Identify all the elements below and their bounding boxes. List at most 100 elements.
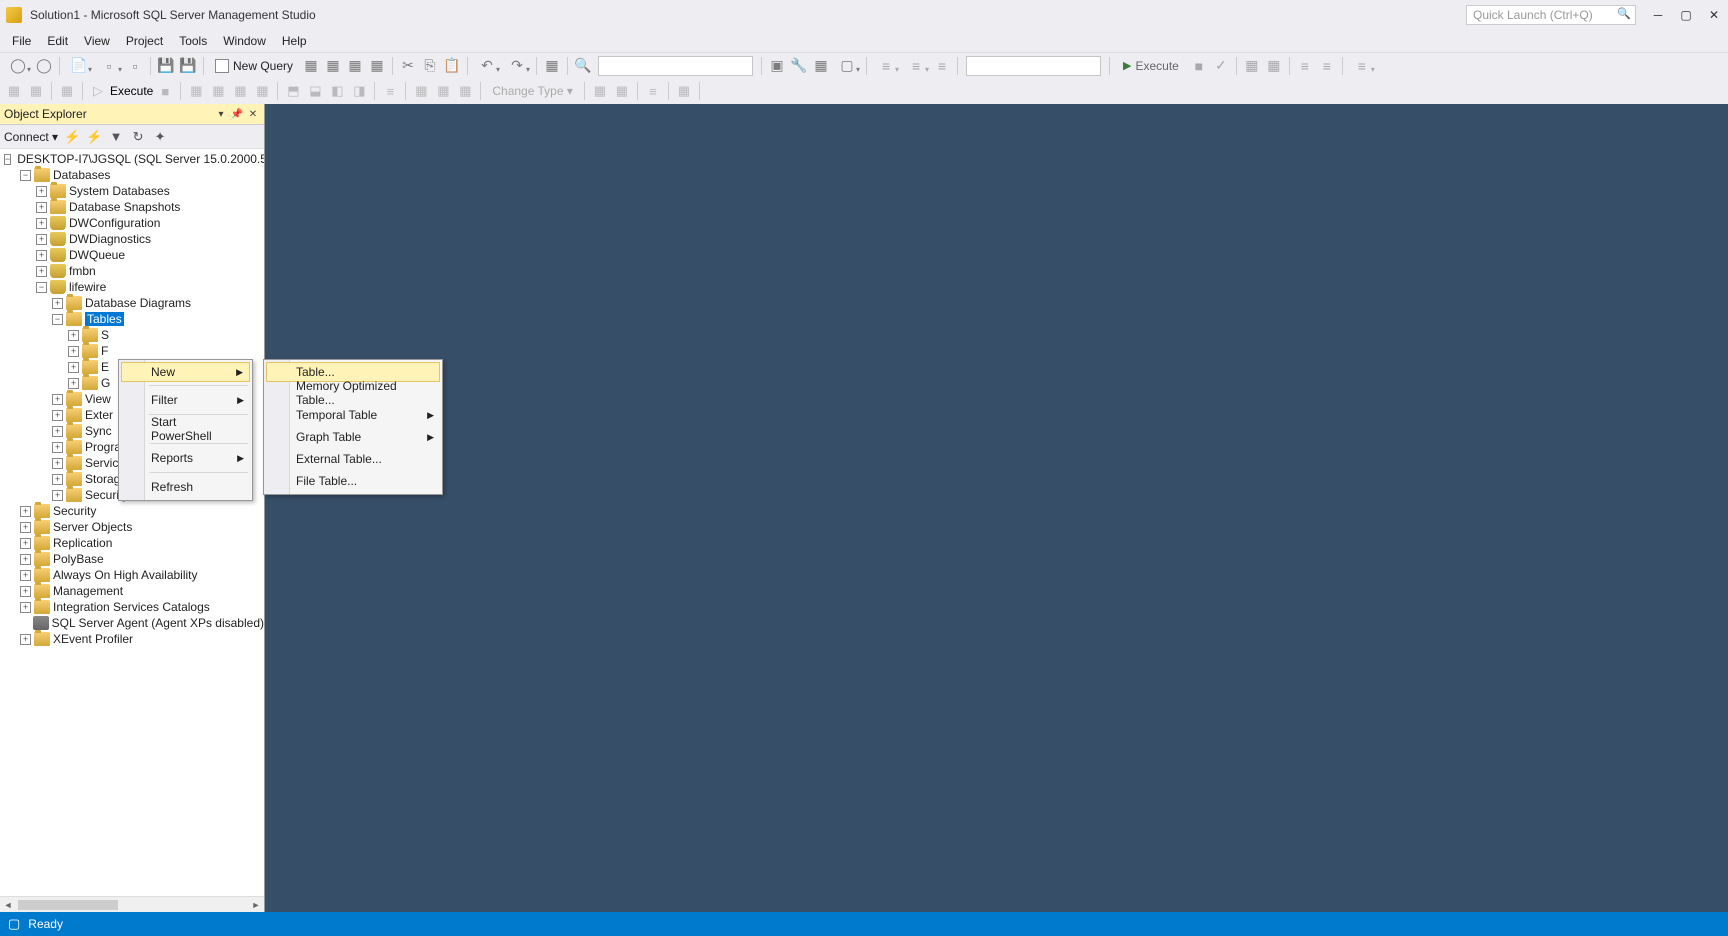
opt-1-button[interactable]: ▦	[1242, 56, 1262, 76]
tree-polybase[interactable]: +PolyBase	[0, 551, 264, 567]
tool-3-button[interactable]: ▦	[811, 56, 831, 76]
expand-icon[interactable]: +	[52, 426, 63, 437]
tree-integration[interactable]: +Integration Services Catalogs	[0, 599, 264, 615]
forward-button[interactable]: ◯	[34, 56, 54, 76]
oe-pin-icon[interactable]: 📌	[230, 107, 244, 121]
change-type-dropdown[interactable]: Change Type ▾	[486, 84, 579, 98]
copy-button[interactable]: ⎘	[420, 56, 440, 76]
ctx-reports[interactable]: Reports▶	[121, 447, 250, 469]
undo-button[interactable]: ↶	[473, 56, 501, 76]
new-project-button[interactable]: 📄	[65, 56, 93, 76]
oe-close-icon[interactable]: ✕	[246, 107, 260, 121]
expand-icon[interactable]: +	[52, 490, 63, 501]
tool-4-button[interactable]: ▢	[833, 56, 861, 76]
query-type-2-button[interactable]: ▦	[323, 56, 343, 76]
tool-2-button[interactable]: 🔧	[789, 56, 809, 76]
expand-icon[interactable]: +	[36, 266, 47, 277]
tree-dwconfig[interactable]: +DWConfiguration	[0, 215, 264, 231]
expand-icon[interactable]: +	[36, 234, 47, 245]
opt-5-button[interactable]: ≡	[1348, 56, 1376, 76]
expand-icon[interactable]: +	[52, 394, 63, 405]
oe-add-icon[interactable]: ✦	[152, 129, 168, 145]
oe-stop-icon[interactable]: ⚡	[86, 129, 102, 145]
t2-1[interactable]: ▦	[4, 81, 24, 101]
save-button[interactable]: 💾	[156, 56, 176, 76]
oe-refresh-icon[interactable]: ↻	[130, 129, 146, 145]
back-button[interactable]: ◯	[4, 56, 32, 76]
tree-security[interactable]: +Security	[0, 503, 264, 519]
ctx-refresh[interactable]: Refresh	[121, 476, 250, 498]
check-button[interactable]: ✓	[1211, 56, 1231, 76]
expand-icon[interactable]: +	[52, 458, 63, 469]
expand-icon[interactable]: +	[36, 186, 47, 197]
expand-icon[interactable]: −	[52, 314, 63, 325]
tree-management[interactable]: +Management	[0, 583, 264, 599]
stop-button[interactable]: ■	[1189, 56, 1209, 76]
query-type-3-button[interactable]: ▦	[345, 56, 365, 76]
expand-icon[interactable]: +	[20, 586, 31, 597]
tree-agent[interactable]: SQL Server Agent (Agent XPs disabled)	[0, 615, 264, 631]
find-button[interactable]: 🔍	[573, 56, 593, 76]
minimize-button[interactable]: ─	[1644, 3, 1672, 27]
database-combo[interactable]	[598, 56, 753, 76]
target-combo[interactable]	[966, 56, 1101, 76]
expand-icon[interactable]: +	[68, 362, 79, 373]
expand-icon[interactable]: +	[20, 506, 31, 517]
oe-filter-icon[interactable]: ▼	[108, 129, 124, 145]
maximize-button[interactable]: ▢	[1672, 3, 1700, 27]
execute-button[interactable]: ▶ Execute	[1115, 55, 1187, 77]
tree-sysdb[interactable]: +System Databases	[0, 183, 264, 199]
menu-file[interactable]: File	[4, 32, 39, 50]
ctx-powershell[interactable]: Start PowerShell	[121, 418, 250, 440]
ctx-filter[interactable]: Filter▶	[121, 389, 250, 411]
opt-3-button[interactable]: ≡	[1295, 56, 1315, 76]
outdent-button[interactable]: ≡	[902, 56, 930, 76]
tree-replication[interactable]: +Replication	[0, 535, 264, 551]
add-button[interactable]: ▫	[125, 56, 145, 76]
ctx-new[interactable]: New▶	[121, 362, 250, 382]
execute-button-2[interactable]: Execute	[110, 84, 153, 98]
grid-button[interactable]: ▦	[542, 56, 562, 76]
new-query-button[interactable]: New Query	[209, 55, 299, 77]
tree-diagrams[interactable]: +Database Diagrams	[0, 295, 264, 311]
menu-edit[interactable]: Edit	[39, 32, 76, 50]
opt-2-button[interactable]: ▦	[1264, 56, 1284, 76]
opt-4-button[interactable]: ≡	[1317, 56, 1337, 76]
ctx-new-temporal-table[interactable]: Temporal Table▶	[266, 404, 440, 426]
quick-launch-input[interactable]: Quick Launch (Ctrl+Q)	[1466, 5, 1636, 25]
menu-window[interactable]: Window	[215, 32, 274, 50]
expand-icon[interactable]: +	[68, 378, 79, 389]
ctx-new-external-table[interactable]: External Table...	[266, 448, 440, 470]
expand-icon[interactable]: −	[4, 154, 11, 165]
tree-always-on[interactable]: +Always On High Availability	[0, 567, 264, 583]
tree-server-objects[interactable]: +Server Objects	[0, 519, 264, 535]
oe-hscrollbar[interactable]: ◄ ►	[0, 896, 264, 912]
comment-button[interactable]: ≡	[932, 56, 952, 76]
expand-icon[interactable]: +	[36, 202, 47, 213]
t2-2[interactable]: ▦	[26, 81, 46, 101]
tree-dwdiag[interactable]: +DWDiagnostics	[0, 231, 264, 247]
expand-icon[interactable]: +	[20, 554, 31, 565]
menu-view[interactable]: View	[76, 32, 118, 50]
tree-xevent[interactable]: +XEvent Profiler	[0, 631, 264, 647]
expand-icon[interactable]: +	[52, 442, 63, 453]
query-type-4-button[interactable]: ▦	[367, 56, 387, 76]
menu-tools[interactable]: Tools	[171, 32, 215, 50]
expand-icon[interactable]: +	[20, 522, 31, 533]
paste-button[interactable]: 📋	[442, 56, 462, 76]
ctx-new-memory-table[interactable]: Memory Optimized Table...	[266, 382, 440, 404]
open-button[interactable]: ▫	[95, 56, 123, 76]
tree-dwqueue[interactable]: +DWQueue	[0, 247, 264, 263]
ctx-new-graph-table[interactable]: Graph Table▶	[266, 426, 440, 448]
expand-icon[interactable]: +	[20, 570, 31, 581]
ctx-new-file-table[interactable]: File Table...	[266, 470, 440, 492]
expand-icon[interactable]: −	[20, 170, 31, 181]
indent-button[interactable]: ≡	[872, 56, 900, 76]
expand-icon[interactable]: +	[20, 602, 31, 613]
oe-disconnect-icon[interactable]: ⚡	[64, 129, 80, 145]
menu-help[interactable]: Help	[274, 32, 315, 50]
oe-dropdown-icon[interactable]: ▾	[214, 107, 228, 121]
expand-icon[interactable]: +	[20, 538, 31, 549]
expand-icon[interactable]: +	[68, 330, 79, 341]
close-button[interactable]: ✕	[1700, 3, 1728, 27]
